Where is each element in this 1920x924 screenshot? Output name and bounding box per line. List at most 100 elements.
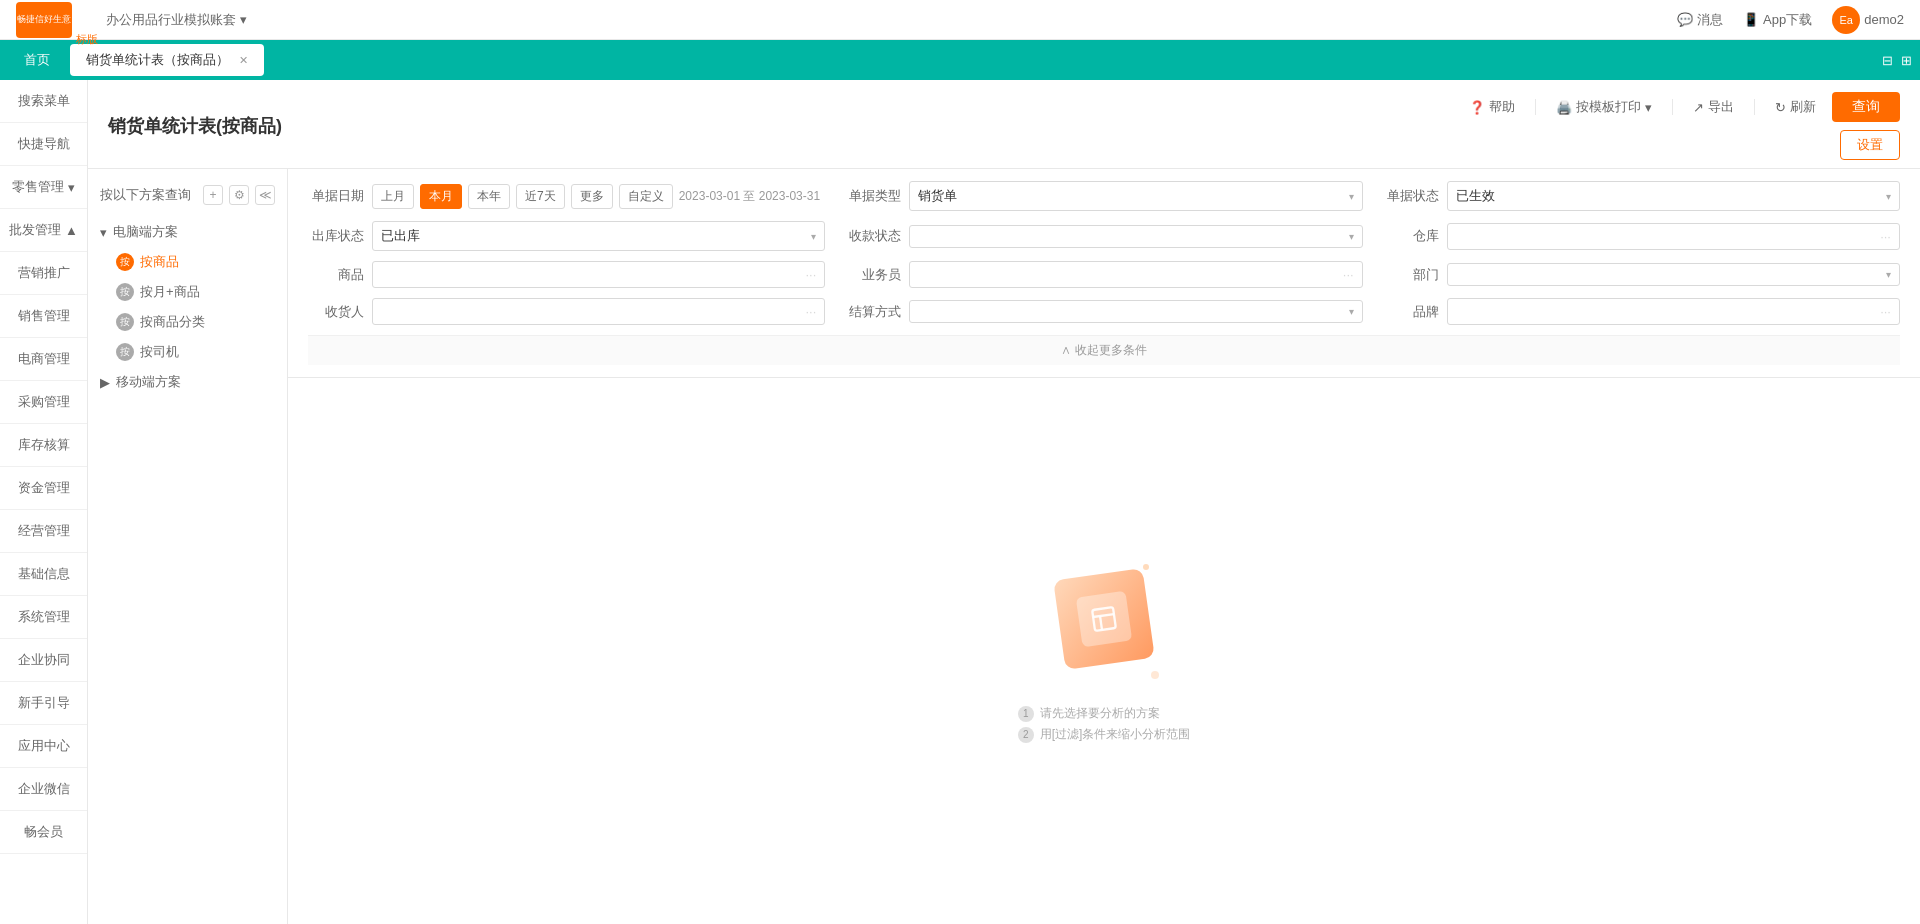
staff-input[interactable]: ··· (909, 261, 1362, 288)
brand-input[interactable]: ··· (1447, 298, 1900, 325)
filter-child-by-driver[interactable]: 按 按司机 (88, 337, 287, 367)
sidebar-item-newbie[interactable]: 新手引导 (0, 682, 87, 725)
sidebar-item-system[interactable]: 系统管理 (0, 596, 87, 639)
edit-scheme-button[interactable]: ⚙ (229, 185, 249, 205)
date-btn-last-month[interactable]: 上月 (372, 184, 414, 209)
doctype-select[interactable]: 销货单 ▾ (909, 181, 1362, 211)
refresh-button[interactable]: ↻ 刷新 (1767, 94, 1824, 120)
filter-parent-mobile[interactable]: ▶ 移动端方案 (88, 367, 287, 397)
filter-docstatus-item: 单据状态 已生效 ▾ (1383, 181, 1900, 211)
payment-control: ▾ (909, 225, 1362, 248)
tab-home[interactable]: 首页 (8, 44, 66, 76)
sidebar-item-inventory[interactable]: 库存核算 (0, 424, 87, 467)
date-btn-custom[interactable]: 自定义 (619, 184, 673, 209)
sidebar-item-sales[interactable]: 销售管理 (0, 295, 87, 338)
filter-date-item: 单据日期 上月 本月 本年 近7天 更多 自定义 2023-03-01 至 20… (308, 184, 825, 209)
sidebar-item-apps[interactable]: 应用中心 (0, 725, 87, 768)
sidebar-item-purchase[interactable]: 采购管理 (0, 381, 87, 424)
message-icon: 💬 (1677, 12, 1693, 27)
sidebar-item-enterprise[interactable]: 企业协同 (0, 639, 87, 682)
add-scheme-button[interactable]: + (203, 185, 223, 205)
tab-sales-stat[interactable]: 销货单统计表（按商品） ✕ (70, 44, 264, 76)
collapse-bar[interactable]: ∧ 收起更多条件 (308, 335, 1900, 365)
payment-label: 收款状态 (845, 227, 909, 245)
doctype-chevron-icon: ▾ (1349, 191, 1354, 202)
doctype-control: 销货单 ▾ (909, 181, 1362, 211)
payment-method-select[interactable]: ▾ (909, 300, 1362, 323)
chevron-down-icon: ▾ (240, 12, 247, 27)
empty-hints: 1 请先选择要分析的方案 2 用[过滤]条件来缩小分析范围 (1018, 705, 1191, 743)
collapse-scheme-button[interactable]: ≪ (255, 185, 275, 205)
empty-box (1053, 568, 1155, 670)
data-area: 1 请先选择要分析的方案 2 用[过滤]条件来缩小分析范围 (288, 378, 1920, 924)
sidebar-item-ecommerce[interactable]: 电商管理 (0, 338, 87, 381)
export-icon: ↗ (1693, 100, 1704, 115)
page-header: 销货单统计表(按商品) ❓ 帮助 🖨️ 按模板打印 ▾ (88, 80, 1920, 169)
outstatus-select[interactable]: 已出库 ▾ (372, 221, 825, 251)
chevron-up-icon: ▲ (65, 223, 78, 238)
filter-sidebar-header-actions: + ⚙ ≪ (203, 185, 275, 205)
filter-parent-desktop[interactable]: ▾ 电脑端方案 (88, 217, 287, 247)
hint-item-1: 1 请先选择要分析的方案 (1018, 705, 1160, 722)
print-button[interactable]: 🖨️ 按模板打印 ▾ (1548, 94, 1660, 120)
close-tab-icon[interactable]: ✕ (239, 54, 248, 67)
help-icon: ❓ (1469, 100, 1485, 115)
date-btn-7days[interactable]: 近7天 (516, 184, 565, 209)
goods-input[interactable]: ··· (372, 261, 825, 288)
filter-child-by-goods[interactable]: 按 按商品 (88, 247, 287, 277)
svg-line-1 (1093, 614, 1114, 617)
outstatus-label: 出库状态 (308, 227, 372, 245)
filter-child-by-month-goods[interactable]: 按 按月+商品 (88, 277, 287, 307)
receiver-dots-icon[interactable]: ··· (805, 304, 816, 319)
filter-sidebar-header: 按以下方案查询 + ⚙ ≪ (88, 177, 287, 213)
user-menu[interactable]: Ea demo2 (1832, 6, 1904, 34)
message-button[interactable]: 💬 消息 (1677, 11, 1723, 29)
export-button[interactable]: ↗ 导出 (1685, 94, 1742, 120)
docstatus-select[interactable]: 已生效 ▾ (1447, 181, 1900, 211)
help-button[interactable]: ❓ 帮助 (1461, 94, 1523, 120)
app-download-button[interactable]: 📱 App下载 (1743, 11, 1812, 29)
warehouse-input[interactable]: ··· (1447, 223, 1900, 250)
print-icon: 🖨️ (1556, 100, 1572, 115)
date-btn-more[interactable]: 更多 (571, 184, 613, 209)
date-btn-this-month[interactable]: 本月 (420, 184, 462, 209)
warehouse-dots-icon[interactable]: ··· (1880, 229, 1891, 244)
date-btn-this-year[interactable]: 本年 (468, 184, 510, 209)
brand-dots-icon[interactable]: ··· (1880, 304, 1891, 319)
hint-num-1: 1 (1018, 706, 1034, 722)
warehouse-label: 仓库 (1383, 227, 1447, 245)
sidebar-item-wechat[interactable]: 企业微信 (0, 768, 87, 811)
sidebar-item-shortcuts[interactable]: 快捷导航 (0, 123, 87, 166)
sidebar-item-basic[interactable]: 基础信息 (0, 553, 87, 596)
payment-select[interactable]: ▾ (909, 225, 1362, 248)
filter-child-month-goods-label: 按月+商品 (140, 283, 200, 301)
sidebar-item-member[interactable]: 畅会员 (0, 811, 87, 854)
query-button[interactable]: 查询 (1832, 92, 1900, 122)
date-group: 上月 本月 本年 近7天 更多 自定义 2023-03-01 至 2023-03… (372, 184, 825, 209)
sidebar-item-finance[interactable]: 资金管理 (0, 467, 87, 510)
minimize-icon[interactable]: ⊟ (1882, 53, 1893, 68)
sidebar-item-search[interactable]: 搜索菜单 (0, 80, 87, 123)
svg-rect-0 (1092, 607, 1116, 631)
sidebar-item-wholesale[interactable]: 批发管理 ▲ (0, 209, 87, 252)
hint-item-2: 2 用[过滤]条件来缩小分析范围 (1018, 726, 1191, 743)
filter-row-4: 收货人 ··· 结算方式 (308, 298, 1900, 325)
topbar-right: 💬 消息 📱 App下载 Ea demo2 (1677, 6, 1904, 34)
sidebar-item-marketing[interactable]: 营销推广 (0, 252, 87, 295)
filter-child-by-category[interactable]: 按 按商品分类 (88, 307, 287, 337)
sidebar-item-operation[interactable]: 经营管理 (0, 510, 87, 553)
settings-button[interactable]: 设置 (1840, 130, 1900, 160)
receiver-input[interactable]: ··· (372, 298, 825, 325)
filter-form: 单据日期 上月 本月 本年 近7天 更多 自定义 2023-03-01 至 20… (288, 169, 1920, 378)
filter-doctype-item: 单据类型 销货单 ▾ (845, 181, 1362, 211)
docstatus-value: 已生效 (1456, 187, 1886, 205)
goods-dots-icon[interactable]: ··· (805, 267, 816, 282)
sidebar-item-retail[interactable]: 零售管理 ▾ (0, 166, 87, 209)
filter-staff-item: 业务员 ··· (845, 261, 1362, 288)
maximize-icon[interactable]: ⊞ (1901, 53, 1912, 68)
dept-select[interactable]: ▾ (1447, 263, 1900, 286)
goods-label: 商品 (308, 266, 372, 284)
payment-method-label: 结算方式 (845, 303, 909, 321)
industry-selector[interactable]: 办公用品行业模拟账套 ▾ (106, 11, 247, 29)
staff-dots-icon[interactable]: ··· (1343, 267, 1354, 282)
